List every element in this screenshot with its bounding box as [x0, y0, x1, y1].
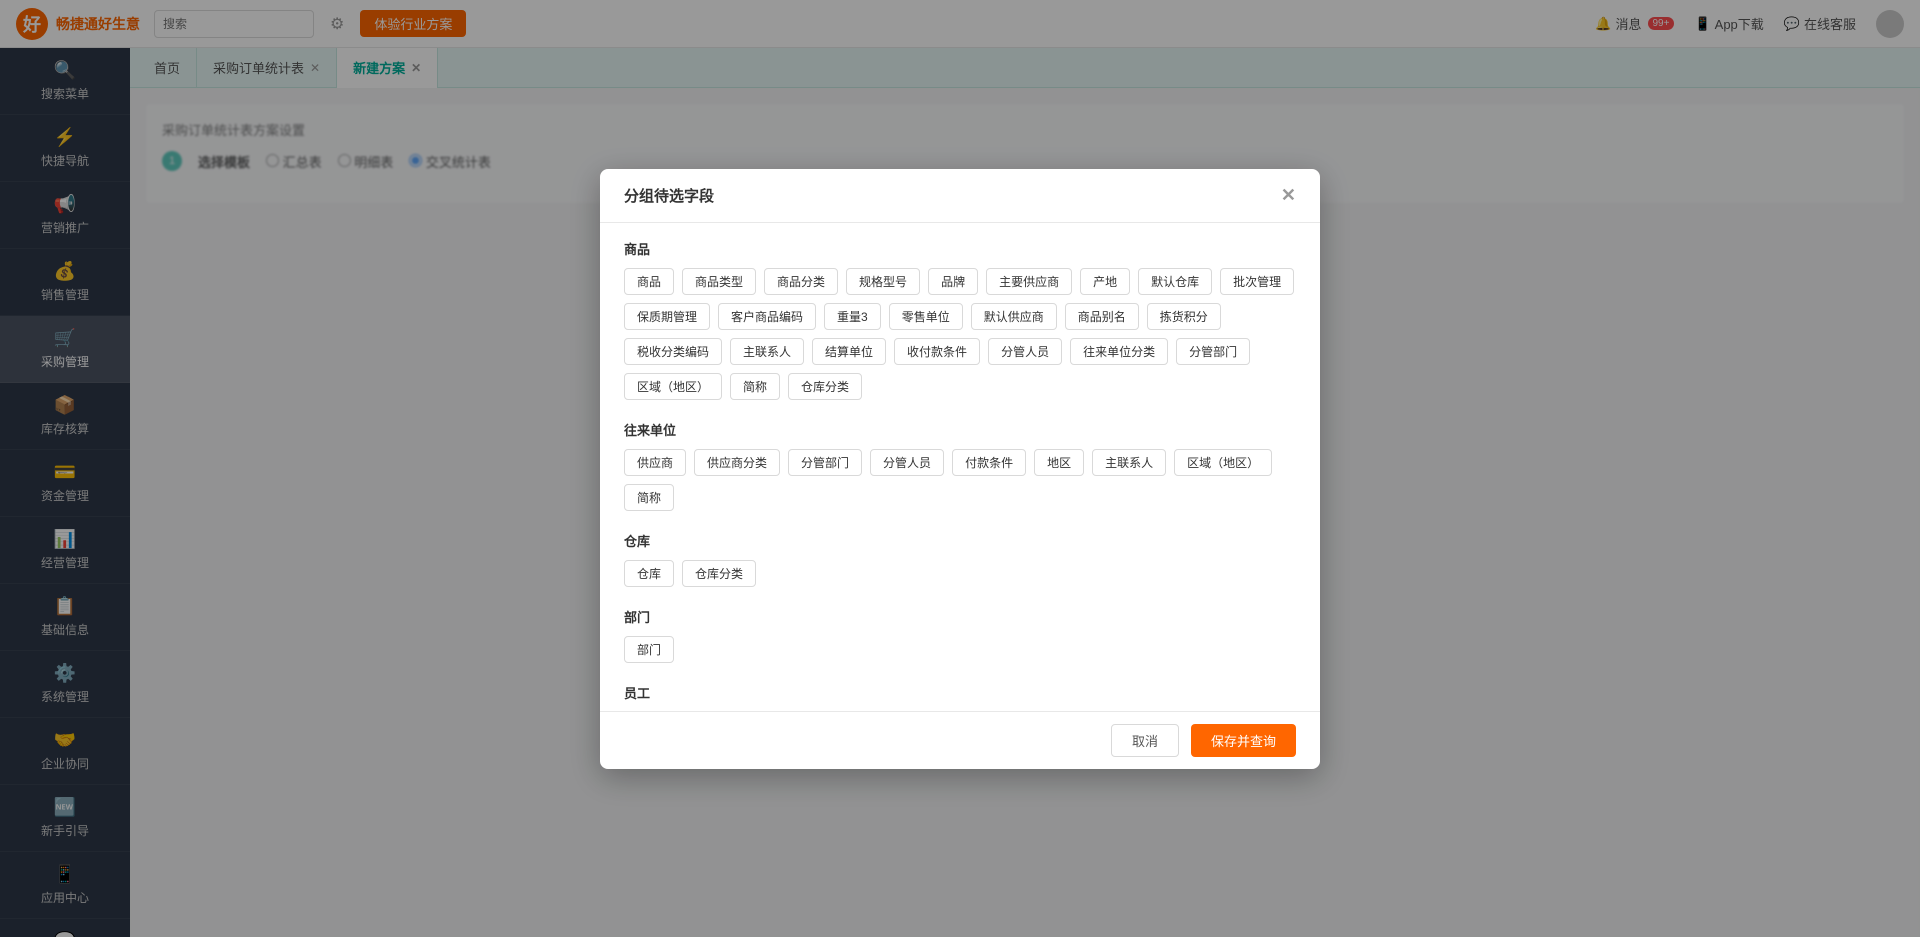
field-tag-department-0[interactable]: 部门 — [624, 636, 674, 663]
field-tag-counterpart-0[interactable]: 供应商 — [624, 449, 686, 476]
field-tag-counterpart-5[interactable]: 地区 — [1034, 449, 1084, 476]
field-tag-counterpart-7[interactable]: 区域（地区） — [1174, 449, 1272, 476]
field-tag-goods-10[interactable]: 客户商品编码 — [718, 303, 816, 330]
field-tag-goods-4[interactable]: 品牌 — [928, 268, 978, 295]
field-tag-goods-1[interactable]: 商品类型 — [682, 268, 756, 295]
modal: 分组待选字段 ✕ 商品商品商品类型商品分类规格型号品牌主要供应商产地默认仓库批次… — [600, 169, 1320, 769]
field-tag-goods-5[interactable]: 主要供应商 — [986, 268, 1072, 295]
field-tag-counterpart-2[interactable]: 分管部门 — [788, 449, 862, 476]
field-tag-goods-3[interactable]: 规格型号 — [846, 268, 920, 295]
field-tag-goods-2[interactable]: 商品分类 — [764, 268, 838, 295]
field-tag-counterpart-6[interactable]: 主联系人 — [1092, 449, 1166, 476]
field-tag-goods-24[interactable]: 简称 — [730, 373, 780, 400]
field-tag-goods-12[interactable]: 零售单位 — [889, 303, 963, 330]
section-department: 部门部门 — [624, 607, 1296, 663]
confirm-button[interactable]: 保存并查询 — [1191, 724, 1296, 757]
field-tags-goods: 商品商品类型商品分类规格型号品牌主要供应商产地默认仓库批次管理保质期管理客户商品… — [624, 268, 1296, 400]
field-tag-goods-9[interactable]: 保质期管理 — [624, 303, 710, 330]
field-tags-department: 部门 — [624, 636, 1296, 663]
field-tag-counterpart-4[interactable]: 付款条件 — [952, 449, 1026, 476]
field-tag-warehouse-0[interactable]: 仓库 — [624, 560, 674, 587]
modal-footer: 取消 保存并查询 — [600, 711, 1320, 769]
section-title-goods: 商品 — [624, 239, 1296, 258]
section-title-employee: 员工 — [624, 683, 1296, 702]
modal-header: 分组待选字段 ✕ — [600, 169, 1320, 223]
field-tag-counterpart-8[interactable]: 简称 — [624, 484, 674, 511]
field-tag-goods-20[interactable]: 分管人员 — [988, 338, 1062, 365]
field-tag-goods-0[interactable]: 商品 — [624, 268, 674, 295]
section-title-warehouse: 仓库 — [624, 531, 1296, 550]
field-tag-counterpart-3[interactable]: 分管人员 — [870, 449, 944, 476]
cancel-button[interactable]: 取消 — [1111, 724, 1179, 757]
field-tag-goods-18[interactable]: 结算单位 — [812, 338, 886, 365]
field-tag-goods-7[interactable]: 默认仓库 — [1138, 268, 1212, 295]
modal-overlay: 分组待选字段 ✕ 商品商品商品类型商品分类规格型号品牌主要供应商产地默认仓库批次… — [0, 0, 1920, 937]
field-tag-goods-19[interactable]: 收付款条件 — [894, 338, 980, 365]
field-tags-counterpart: 供应商供应商分类分管部门分管人员付款条件地区主联系人区域（地区） 简称 — [624, 449, 1296, 511]
field-tag-goods-6[interactable]: 产地 — [1080, 268, 1130, 295]
field-tags-warehouse: 仓库仓库分类 — [624, 560, 1296, 587]
modal-body: 商品商品商品类型商品分类规格型号品牌主要供应商产地默认仓库批次管理保质期管理客户… — [600, 223, 1320, 711]
field-tag-goods-11[interactable]: 重量3 — [824, 303, 881, 330]
field-tag-warehouse-1[interactable]: 仓库分类 — [682, 560, 756, 587]
field-tag-counterpart-1[interactable]: 供应商分类 — [694, 449, 780, 476]
section-warehouse: 仓库仓库仓库分类 — [624, 531, 1296, 587]
section-employee: 员工业务员 — [624, 683, 1296, 711]
section-counterpart: 往来单位供应商供应商分类分管部门分管人员付款条件地区主联系人区域（地区） 简称 — [624, 420, 1296, 511]
section-goods: 商品商品商品类型商品分类规格型号品牌主要供应商产地默认仓库批次管理保质期管理客户… — [624, 239, 1296, 400]
modal-title: 分组待选字段 — [624, 185, 714, 206]
field-tag-goods-13[interactable]: 默认供应商 — [971, 303, 1057, 330]
field-tag-goods-23[interactable]: 区域（地区） — [624, 373, 722, 400]
field-tag-goods-8[interactable]: 批次管理 — [1220, 268, 1294, 295]
field-tag-goods-21[interactable]: 往来单位分类 — [1070, 338, 1168, 365]
field-tag-goods-16[interactable]: 税收分类编码 — [624, 338, 722, 365]
section-title-counterpart: 往来单位 — [624, 420, 1296, 439]
field-tag-goods-15[interactable]: 拣货积分 — [1147, 303, 1221, 330]
field-tag-goods-22[interactable]: 分管部门 — [1176, 338, 1250, 365]
field-tag-goods-14[interactable]: 商品别名 — [1065, 303, 1139, 330]
close-icon[interactable]: ✕ — [1281, 185, 1296, 206]
field-tag-goods-25[interactable]: 仓库分类 — [788, 373, 862, 400]
field-tag-goods-17[interactable]: 主联系人 — [730, 338, 804, 365]
section-title-department: 部门 — [624, 607, 1296, 626]
